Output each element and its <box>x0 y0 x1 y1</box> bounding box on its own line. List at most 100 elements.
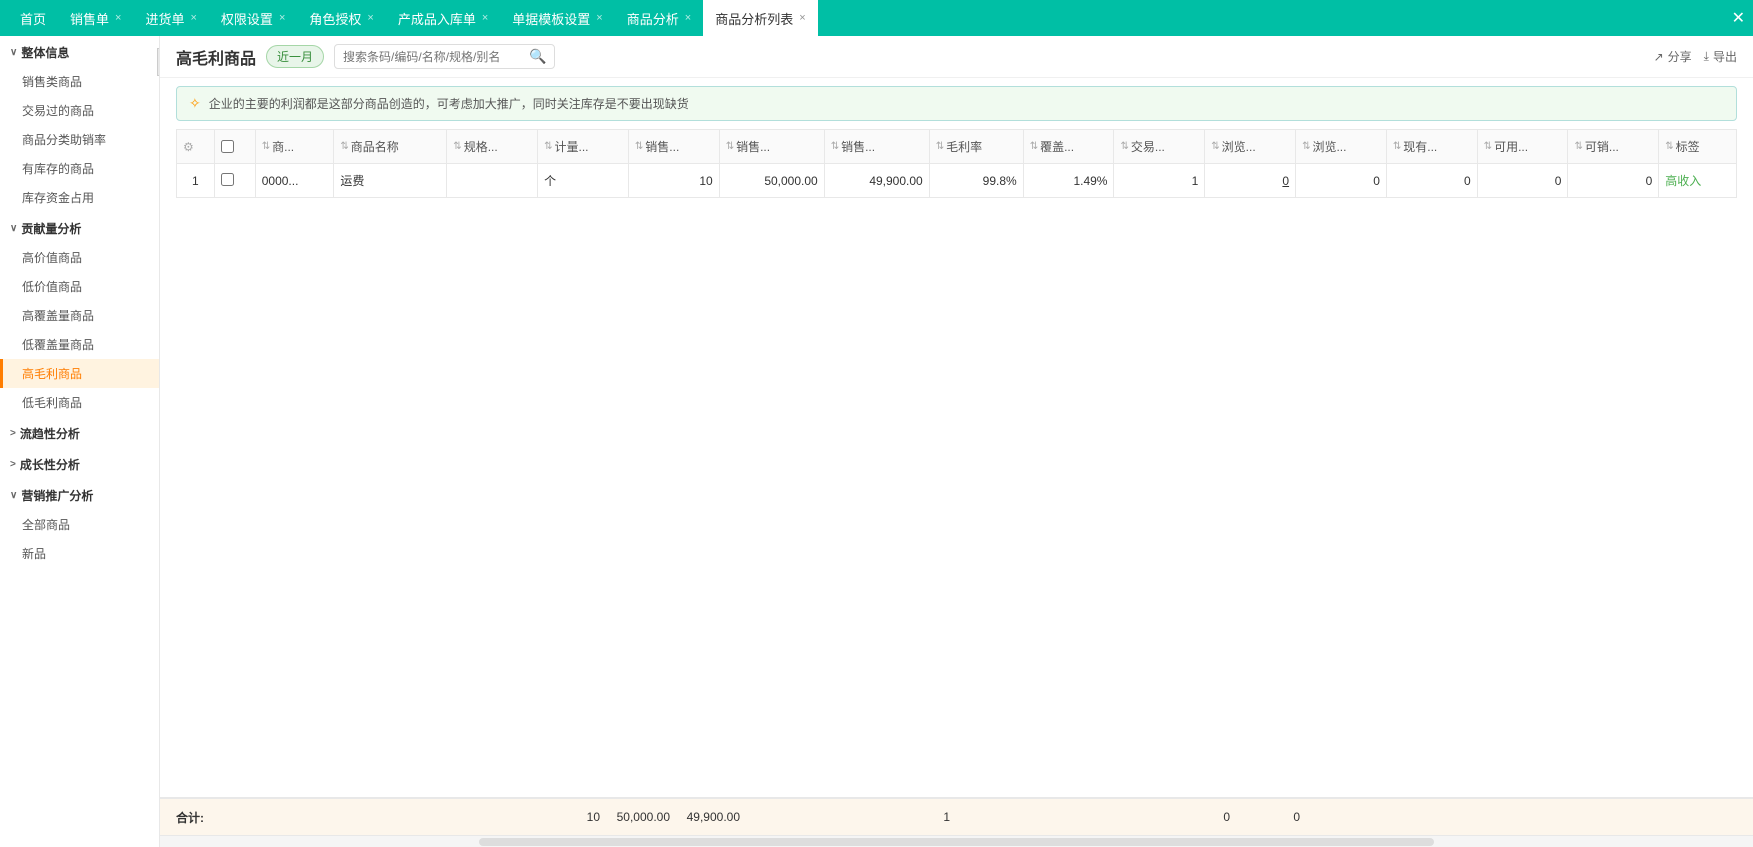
cell-num-0: 1 <box>177 164 215 198</box>
search-input[interactable] <box>343 50 523 64</box>
export-btn[interactable]: ⤓ 导出 <box>1704 48 1737 65</box>
sidebar-group-0[interactable]: ∨整体信息 <box>0 36 159 67</box>
nav-tab-3[interactable]: 权限设置× <box>209 0 297 36</box>
cell-spec-0 <box>447 164 538 198</box>
export-icon: ⤓ <box>1704 49 1709 64</box>
cell-unit-0: 个 <box>538 164 629 198</box>
nav-tab-5[interactable]: 产成品入库单× <box>386 0 500 36</box>
col-header-sales_qty[interactable]: ⇅销售... <box>628 130 719 164</box>
footer-label: 合计: <box>176 809 256 826</box>
sort-icon-13: ⇅ <box>1302 141 1310 152</box>
col-header-sales_amt2[interactable]: ⇅销售... <box>824 130 929 164</box>
sidebar-group-1[interactable]: ∨贡献量分析 <box>0 212 159 243</box>
sidebar-group-4[interactable]: ∨营销推广分析 <box>0 479 159 510</box>
sort-icon-17: ⇅ <box>1665 141 1673 152</box>
search-icon[interactable]: 🔍 <box>529 48 546 65</box>
col-header-sales_amt[interactable]: ⇅销售... <box>719 130 824 164</box>
cell-sales_qty-0: 10 <box>628 164 719 198</box>
cell-check-0[interactable] <box>214 164 255 198</box>
sidebar-item-0-4[interactable]: 库存资金占用 <box>0 183 159 212</box>
nav-tab-7[interactable]: 商品分析× <box>615 0 703 36</box>
nav-tab-0[interactable]: 首页 <box>8 0 58 36</box>
sidebar-item-0-0[interactable]: 销售类商品 <box>0 67 159 96</box>
col-header-profit_rate[interactable]: ⇅毛利率 <box>929 130 1023 164</box>
scrollbar-track[interactable] <box>479 838 1435 846</box>
select-all-checkbox[interactable] <box>221 140 234 153</box>
footer-values: 10 50,000.00 49,900.00 1 0 0 <box>256 810 1737 824</box>
settings-icon-0[interactable]: ⚙ <box>183 140 194 154</box>
nav-tab-close-1[interactable]: × <box>115 12 121 24</box>
sort-icon-3: ⇅ <box>340 141 348 152</box>
data-table: ⚙⇅商...⇅商品名称⇅规格...⇅计量...⇅销售...⇅销售...⇅销售..… <box>176 129 1737 198</box>
sidebar-item-0-2[interactable]: 商品分类助销率 <box>0 125 159 154</box>
row-checkbox-0[interactable] <box>221 173 234 186</box>
share-btn[interactable]: ↗ 分享 <box>1654 48 1692 65</box>
nav-tab-close-7[interactable]: × <box>685 12 691 24</box>
sidebar-item-4-1[interactable]: 新品 <box>0 539 159 568</box>
cell-sales_amt2-0: 49,900.00 <box>824 164 929 198</box>
main-layout: « ∨整体信息销售类商品交易过的商品商品分类助销率有库存的商品库存资金占用∨贡献… <box>0 36 1753 847</box>
nav-tab-1[interactable]: 销售单× <box>58 0 133 36</box>
col-header-stock_sell[interactable]: ⇅可销... <box>1568 130 1659 164</box>
cell-sales_amt-0: 50,000.00 <box>719 164 824 198</box>
sidebar-group-arrow-4: ∨ <box>10 490 17 501</box>
nav-tab-close-5[interactable]: × <box>482 12 488 24</box>
sidebar-item-0-3[interactable]: 有库存的商品 <box>0 154 159 183</box>
content-header: 高毛利商品 近一月 🔍 ↗ 分享 ⤓ 导出 <box>160 36 1753 78</box>
cell-code-0: 0000... <box>255 164 334 198</box>
col-header-unit[interactable]: ⇅计量... <box>538 130 629 164</box>
sidebar-item-1-2[interactable]: 高覆盖量商品 <box>0 301 159 330</box>
sidebar-item-1-0[interactable]: 高价值商品 <box>0 243 159 272</box>
sort-icon-12: ⇅ <box>1211 141 1219 152</box>
nav-tab-close-2[interactable]: × <box>190 12 196 24</box>
footer-empty-5 <box>746 810 816 824</box>
col-header-tag[interactable]: ⇅标签 <box>1659 130 1737 164</box>
col-header-name[interactable]: ⇅商品名称 <box>334 130 447 164</box>
nav-tab-2[interactable]: 进货单× <box>133 0 208 36</box>
sidebar-item-1-1[interactable]: 低价值商品 <box>0 272 159 301</box>
sort-icon-5: ⇅ <box>544 141 552 152</box>
table-container[interactable]: ⚙⇅商...⇅商品名称⇅规格...⇅计量...⇅销售...⇅销售...⇅销售..… <box>176 129 1737 797</box>
col-header-spec[interactable]: ⇅规格... <box>447 130 538 164</box>
filter-recent-month-btn[interactable]: 近一月 <box>266 45 324 68</box>
col-header-trans[interactable]: ⇅交易... <box>1114 130 1205 164</box>
sort-icon-2: ⇅ <box>262 141 270 152</box>
footer-trans: 1 <box>886 810 956 824</box>
col-header-stock_cur[interactable]: ⇅现有... <box>1386 130 1477 164</box>
sidebar-group-3[interactable]: >成长性分析 <box>0 448 159 479</box>
nav-tab-6[interactable]: 单据模板设置× <box>500 0 614 36</box>
bottom-scrollbar[interactable] <box>160 835 1753 847</box>
sidebar: « ∨整体信息销售类商品交易过的商品商品分类助销率有库存的商品库存资金占用∨贡献… <box>0 36 160 847</box>
sidebar-item-0-1[interactable]: 交易过的商品 <box>0 96 159 125</box>
sidebar-item-1-5[interactable]: 低毛利商品 <box>0 388 159 417</box>
header-actions: ↗ 分享 ⤓ 导出 <box>1654 48 1737 65</box>
table-row: 10000...运费个1050,000.0049,900.0099.8%1.49… <box>177 164 1737 198</box>
nav-tab-4[interactable]: 角色授权× <box>297 0 385 36</box>
nav-tab-close-6[interactable]: × <box>596 12 602 24</box>
sidebar-item-1-4[interactable]: 高毛利商品 <box>0 359 159 388</box>
sidebar-group-2[interactable]: >流趋性分析 <box>0 417 159 448</box>
cell-browse2-0: 0 <box>1296 164 1387 198</box>
col-header-browse2[interactable]: ⇅浏览... <box>1296 130 1387 164</box>
nav-tab-close-8[interactable]: × <box>799 12 805 24</box>
footer-sales-amt: 50,000.00 <box>606 810 676 824</box>
col-header-check[interactable] <box>214 130 255 164</box>
col-header-coverage[interactable]: ⇅覆盖... <box>1023 130 1114 164</box>
sidebar-collapse-btn[interactable]: « <box>157 48 160 76</box>
col-header-code[interactable]: ⇅商... <box>255 130 334 164</box>
sidebar-item-1-3[interactable]: 低覆盖量商品 <box>0 330 159 359</box>
cell-profit_rate-0: 99.8% <box>929 164 1023 198</box>
nav-tab-close-3[interactable]: × <box>279 12 285 24</box>
sidebar-item-4-0[interactable]: 全部商品 <box>0 510 159 539</box>
nav-tab-8[interactable]: 商品分析列表× <box>703 0 817 36</box>
sort-icon-9: ⇅ <box>936 141 944 152</box>
sort-icon-16: ⇅ <box>1574 141 1582 152</box>
nav-tab-close-4[interactable]: × <box>367 12 373 24</box>
sort-icon-10: ⇅ <box>1030 141 1038 152</box>
window-close-icon[interactable]: ✕ <box>1732 8 1745 28</box>
col-header-num[interactable]: ⚙ <box>177 130 215 164</box>
sort-icon-15: ⇅ <box>1484 141 1492 152</box>
col-header-browse1[interactable]: ⇅浏览... <box>1205 130 1296 164</box>
col-header-stock_avail[interactable]: ⇅可用... <box>1477 130 1568 164</box>
footer-empty-8 <box>1026 810 1096 824</box>
